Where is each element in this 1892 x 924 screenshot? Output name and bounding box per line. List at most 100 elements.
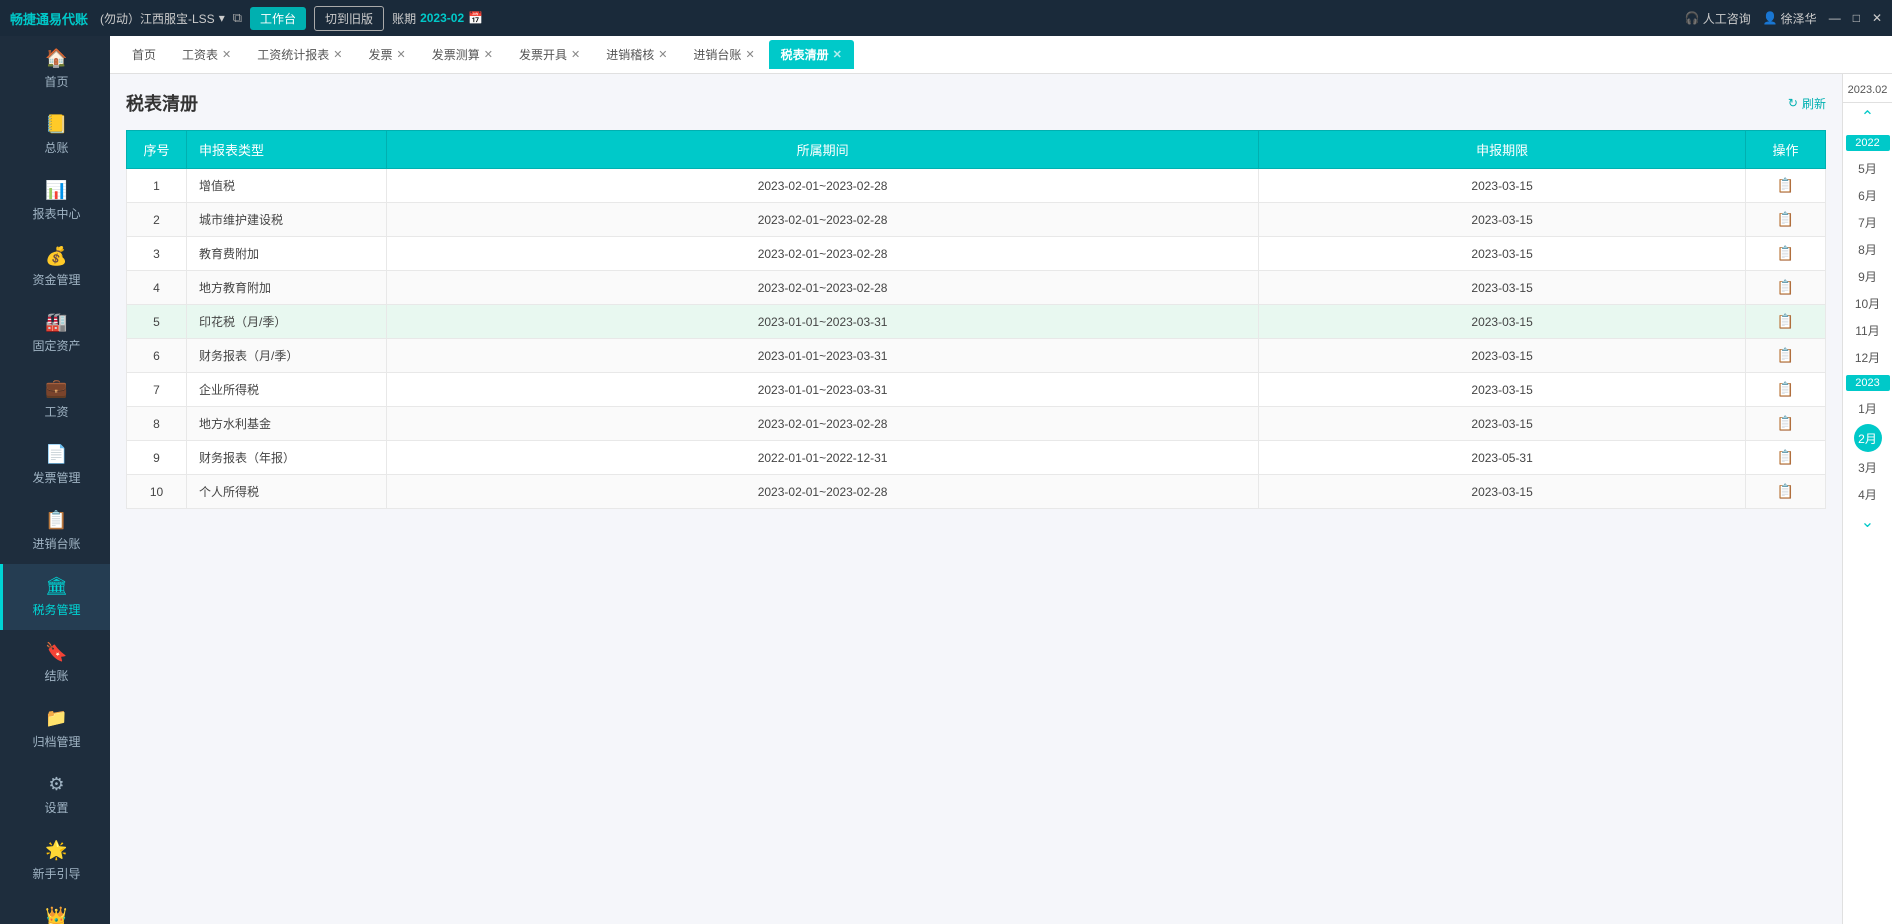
tab-purchase-audit[interactable]: 进销稽核 ✕ [594, 40, 679, 69]
cell-action[interactable]: 📋 [1746, 339, 1826, 373]
close-icon[interactable]: ✕ [1872, 11, 1882, 25]
tab-invoice-close[interactable]: ✕ [397, 48, 406, 61]
reports-icon: 📊 [45, 180, 67, 201]
month-12[interactable]: 12月 [1843, 344, 1892, 371]
doc-icon[interactable]: 📋 [1777, 347, 1794, 363]
sidebar-label-reports: 报表中心 [32, 205, 80, 222]
cell-action[interactable]: 📋 [1746, 203, 1826, 237]
month-3[interactable]: 3月 [1843, 454, 1892, 481]
month-4[interactable]: 4月 [1843, 481, 1892, 508]
sidebar-item-tax[interactable]: 🏛 税务管理 [0, 564, 110, 630]
fixed-assets-icon: 🏭 [45, 312, 67, 333]
tab-purchase-ledger-close[interactable]: ✕ [745, 48, 754, 61]
sidebar-item-funds[interactable]: 💰 资金管理 [0, 234, 110, 300]
cell-type: 增值税 [187, 169, 387, 203]
tab-payroll-stats[interactable]: 工资统计报表 ✕ [245, 40, 354, 69]
month-6[interactable]: 6月 [1843, 182, 1892, 209]
user-info[interactable]: 👤 徐泽华 [1763, 10, 1817, 27]
cell-action[interactable]: 📋 [1746, 305, 1826, 339]
tab-invoice-issue[interactable]: 发票开具 ✕ [507, 40, 592, 69]
workbench-button[interactable]: 工作台 [250, 7, 306, 30]
month-10[interactable]: 10月 [1843, 290, 1892, 317]
guide-icon: 🌟 [45, 840, 67, 861]
sidebar-item-ledger[interactable]: 📒 总账 [0, 102, 110, 168]
scroll-up-icon[interactable]: ⌃ [1857, 103, 1878, 131]
cell-action[interactable]: 📋 [1746, 407, 1826, 441]
doc-icon[interactable]: 📋 [1777, 245, 1794, 261]
tab-invoice[interactable]: 发票 ✕ [356, 40, 417, 69]
cell-action[interactable]: 📋 [1746, 373, 1826, 407]
sidebar-item-settings[interactable]: ⚙ 设置 [0, 762, 110, 828]
sidebar-item-invoice[interactable]: 📄 发票管理 [0, 432, 110, 498]
sidebar-item-guide[interactable]: 🌟 新手引导 [0, 828, 110, 894]
sidebar-item-close[interactable]: 🔖 结账 [0, 630, 110, 696]
doc-icon[interactable]: 📋 [1777, 483, 1794, 499]
doc-icon[interactable]: 📋 [1777, 313, 1794, 329]
maximize-icon[interactable]: □ [1853, 11, 1860, 25]
sidebar-item-archive[interactable]: 📁 归档管理 [0, 696, 110, 762]
sidebar-item-fixed-assets[interactable]: 🏭 固定资产 [0, 300, 110, 366]
refresh-button[interactable]: ↻ 刷新 [1788, 95, 1826, 112]
settings-icon: ⚙ [48, 774, 64, 795]
doc-icon[interactable]: 📋 [1777, 177, 1794, 193]
tab-invoice-calc[interactable]: 发票测算 ✕ [420, 40, 505, 69]
copy-icon[interactable]: ⧉ [233, 10, 242, 26]
month-2-active[interactable]: 2月 [1854, 424, 1882, 452]
tab-invoice-calc-close[interactable]: ✕ [484, 48, 493, 61]
ai-consult[interactable]: 🎧 人工咨询 [1685, 10, 1751, 27]
tab-purchase-ledger-label: 进销台账 [693, 46, 741, 63]
month-5[interactable]: 5月 [1843, 155, 1892, 182]
doc-icon[interactable]: 📋 [1777, 211, 1794, 227]
tab-invoice-issue-close[interactable]: ✕ [571, 48, 580, 61]
invoice-icon: 📄 [45, 444, 67, 465]
calendar-icon[interactable]: 📅 [468, 11, 483, 25]
funds-icon: 💰 [45, 246, 67, 267]
cell-period: 2023-01-01~2023-03-31 [387, 305, 1259, 339]
sidebar-item-home[interactable]: 🏠 首页 [0, 36, 110, 102]
page-header: 税表清册 ↻ 刷新 [126, 90, 1826, 116]
company-dropdown-icon[interactable]: ▾ [219, 11, 225, 25]
cell-action[interactable]: 📋 [1746, 441, 1826, 475]
cell-action[interactable]: 📋 [1746, 169, 1826, 203]
tab-invoice-label: 发票 [368, 46, 392, 63]
cell-type: 地方水利基金 [187, 407, 387, 441]
sidebar-item-purchase-sale[interactable]: 📋 进销台账 [0, 498, 110, 564]
close-books-icon: 🔖 [45, 642, 67, 663]
doc-icon[interactable]: 📋 [1777, 279, 1794, 295]
company-selector[interactable]: (勿动）江西服宝-LSS ▾ [100, 10, 225, 27]
member-icon: 👑 [45, 906, 67, 924]
cell-index: 4 [127, 271, 187, 305]
sidebar-item-member[interactable]: 👑 畅会员 [0, 894, 110, 924]
month-11[interactable]: 11月 [1843, 317, 1892, 344]
tab-tax-list[interactable]: 税表清册 ✕ [769, 40, 854, 69]
tab-payroll-stats-close[interactable]: ✕ [333, 48, 342, 61]
tab-tax-list-label: 税表清册 [781, 46, 829, 63]
cell-action[interactable]: 📋 [1746, 271, 1826, 305]
sidebar-label-tax: 税务管理 [32, 601, 80, 618]
tab-payroll-table-close[interactable]: ✕ [222, 48, 231, 61]
sidebar-item-payroll[interactable]: 💼 工资 [0, 366, 110, 432]
month-9[interactable]: 9月 [1843, 263, 1892, 290]
doc-icon[interactable]: 📋 [1777, 415, 1794, 431]
table-row: 8 地方水利基金 2023-02-01~2023-02-28 2023-03-1… [127, 407, 1826, 441]
sidebar-item-reports[interactable]: 📊 报表中心 [0, 168, 110, 234]
month-7[interactable]: 7月 [1843, 209, 1892, 236]
scroll-down-icon[interactable]: ⌄ [1857, 508, 1878, 536]
minimize-icon[interactable]: — [1829, 11, 1841, 25]
cell-action[interactable]: 📋 [1746, 475, 1826, 509]
tab-purchase-ledger[interactable]: 进销台账 ✕ [681, 40, 766, 69]
tab-home[interactable]: 首页 [120, 40, 168, 69]
cell-period: 2023-01-01~2023-03-31 [387, 373, 1259, 407]
cell-action[interactable]: 📋 [1746, 237, 1826, 271]
content-area: 首页 工资表 ✕ 工资统计报表 ✕ 发票 ✕ 发票测算 ✕ 发票开具 ✕ [110, 36, 1892, 924]
tab-purchase-audit-close[interactable]: ✕ [658, 48, 667, 61]
tab-tax-list-close[interactable]: ✕ [833, 48, 842, 61]
month-1[interactable]: 1月 [1843, 395, 1892, 422]
doc-icon[interactable]: 📋 [1777, 381, 1794, 397]
ledger-icon: 📒 [45, 114, 67, 135]
switch-old-button[interactable]: 切到旧版 [314, 6, 384, 31]
tab-payroll-table[interactable]: 工资表 ✕ [170, 40, 243, 69]
cell-period: 2022-01-01~2022-12-31 [387, 441, 1259, 475]
doc-icon[interactable]: 📋 [1777, 449, 1794, 465]
month-8[interactable]: 8月 [1843, 236, 1892, 263]
